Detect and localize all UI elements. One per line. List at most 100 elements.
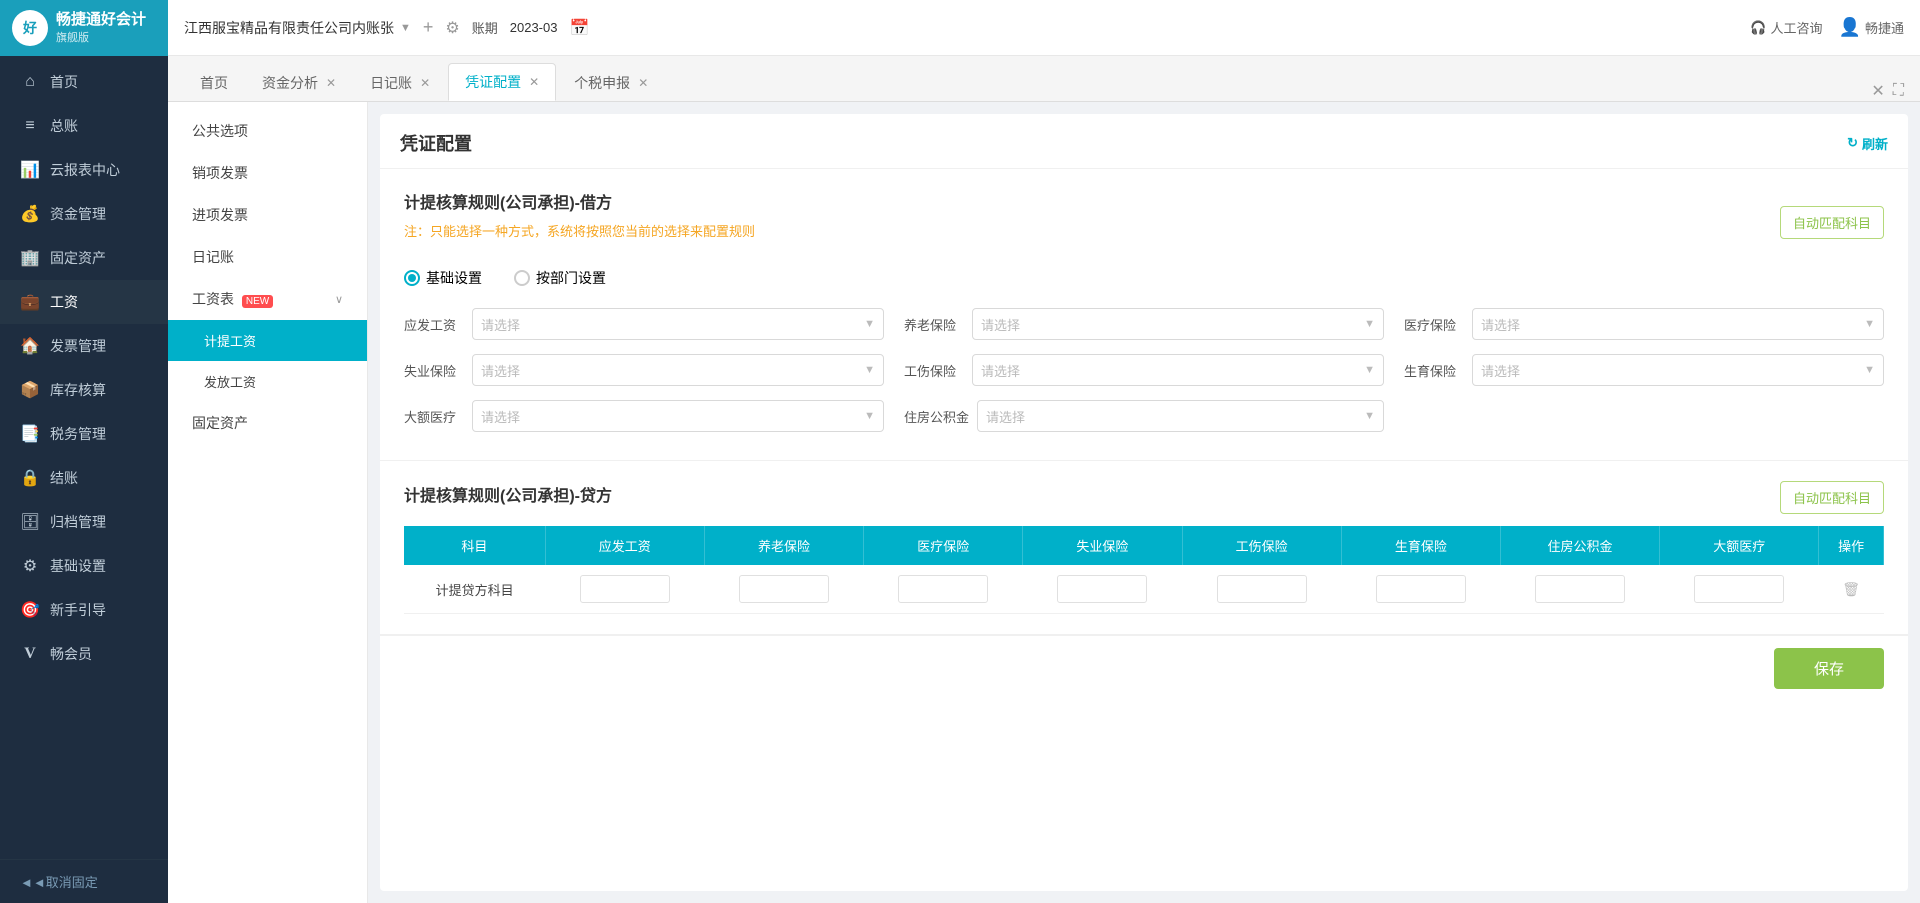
cell-unemployment xyxy=(1023,565,1182,614)
sidebar-label-home: 首页 xyxy=(50,72,78,92)
sidebar-item-assets[interactable]: 🏢 固定资产 xyxy=(0,236,168,280)
calendar-icon[interactable]: 📅 xyxy=(569,18,589,38)
menu-pay-salary-label: 发放工资 xyxy=(204,375,256,390)
unpin-button[interactable]: ◄◄取消固定 xyxy=(0,859,168,903)
sidebar-item-archive[interactable]: 🗄 归档管理 xyxy=(0,500,168,544)
field-salary: 应发工资 请选择 ▼ xyxy=(404,308,884,340)
sidebar-item-home[interactable]: ⌂ 首页 xyxy=(0,60,168,104)
field-salary-select[interactable]: 请选择 ▼ xyxy=(472,308,884,340)
radio-basic-label: 基础设置 xyxy=(426,268,482,288)
save-bar: 保存 xyxy=(380,635,1908,701)
radio-dept[interactable]: 按部门设置 xyxy=(514,268,606,288)
input-injury[interactable] xyxy=(1217,575,1307,603)
menu-item-purchase[interactable]: 进项发票 xyxy=(168,194,367,236)
sidebar-item-invoices[interactable]: 🏠 发票管理 xyxy=(0,324,168,368)
new-badge: NEW xyxy=(242,295,273,308)
input-housing[interactable] xyxy=(1535,575,1625,603)
company-selector[interactable]: 江西服宝精品有限责任公司内账张 ▼ xyxy=(184,18,411,38)
tab-tax-close-icon[interactable]: ✕ xyxy=(638,76,648,90)
field-maternity: 生育保险 请选择 ▼ xyxy=(1404,354,1884,386)
field-pension-placeholder: 请选择 xyxy=(981,315,1020,334)
menu-item-public[interactable]: 公共选项 xyxy=(168,110,367,152)
field-salary-label: 应发工资 xyxy=(404,315,464,334)
sidebar-item-close[interactable]: 🔒 结账 xyxy=(0,456,168,500)
invoices-icon: 🏠 xyxy=(20,336,40,356)
close-all-icon[interactable]: ✕ xyxy=(1871,81,1884,101)
tabbar-actions: ✕ ⛶ xyxy=(1871,81,1904,101)
sidebar-item-inventory[interactable]: 📦 库存核算 xyxy=(0,368,168,412)
settings-icon: ⚙ xyxy=(20,556,40,576)
menu-item-salary-table[interactable]: 工资表 NEW ∨ xyxy=(168,278,367,320)
sidebar-item-tax[interactable]: 📑 税务管理 xyxy=(0,412,168,456)
field-pension-select[interactable]: 请选择 ▼ xyxy=(972,308,1384,340)
menu-item-journal[interactable]: 日记账 xyxy=(168,236,367,278)
field-large-medical-arrow-icon: ▼ xyxy=(864,410,875,422)
input-unemployment[interactable] xyxy=(1057,575,1147,603)
save-button[interactable]: 保存 xyxy=(1774,648,1884,689)
tab-tax-return[interactable]: 个税申报 ✕ xyxy=(558,65,664,101)
add-company-icon[interactable]: + xyxy=(423,17,434,38)
row-label: 计提贷方科目 xyxy=(404,565,545,614)
field-large-medical-placeholder: 请选择 xyxy=(481,407,520,426)
tab-fund-close-icon[interactable]: ✕ xyxy=(326,76,336,90)
input-salary[interactable] xyxy=(580,575,670,603)
cell-medical xyxy=(864,565,1023,614)
menu-item-pay-salary[interactable]: 发放工资 xyxy=(168,361,367,402)
debit-section-header: 计提核算规则(公司承担)-借方 注：只能选择一种方式，系统将按照您当前的选择来配… xyxy=(404,189,1884,256)
field-injury-label: 工伤保险 xyxy=(904,361,964,380)
sidebar-item-salary[interactable]: 💼 工资 xyxy=(0,280,168,324)
archive-icon: 🗄 xyxy=(20,512,40,532)
credit-auto-match-button[interactable]: 自动匹配科目 xyxy=(1780,481,1884,514)
sidebar-label-funds: 资金管理 xyxy=(50,204,106,224)
sidebar-item-funds[interactable]: 💰 资金管理 xyxy=(0,192,168,236)
field-maternity-label: 生育保险 xyxy=(1404,361,1464,380)
debit-auto-match-button[interactable]: 自动匹配科目 xyxy=(1780,206,1884,239)
field-housing-fund: 住房公积金 请选择 ▼ xyxy=(904,400,1384,432)
tab-fund-analysis[interactable]: 资金分析 ✕ xyxy=(246,65,352,101)
field-injury-select[interactable]: 请选择 ▼ xyxy=(972,354,1384,386)
field-maternity-placeholder: 请选择 xyxy=(1481,361,1520,380)
sidebar-item-ledger[interactable]: ≡ 总账 xyxy=(0,104,168,148)
refresh-icon: ↻ xyxy=(1847,135,1858,151)
sidebar-item-vip[interactable]: V 畅会员 xyxy=(0,632,168,676)
menu-item-calc-salary[interactable]: 计提工资 xyxy=(168,320,367,361)
refresh-button[interactable]: ↻ 刷新 xyxy=(1847,134,1888,153)
field-medical-select[interactable]: 请选择 ▼ xyxy=(1472,308,1884,340)
menu-public-label: 公共选项 xyxy=(192,123,248,139)
tab-journal[interactable]: 日记账 ✕ xyxy=(354,65,446,101)
field-housing-fund-select[interactable]: 请选择 ▼ xyxy=(977,400,1384,432)
expand-icon[interactable]: ⛶ xyxy=(1893,82,1904,100)
field-unemployment-select[interactable]: 请选择 ▼ xyxy=(472,354,884,386)
field-maternity-select[interactable]: 请选择 ▼ xyxy=(1472,354,1884,386)
input-large-medical[interactable] xyxy=(1694,575,1784,603)
cell-maternity xyxy=(1341,565,1500,614)
input-pension[interactable] xyxy=(739,575,829,603)
service-button[interactable]: 🎧 人工咨询 xyxy=(1750,18,1822,37)
settings-gear-icon[interactable]: ⚙ xyxy=(445,18,459,38)
logo-text-block: 畅捷通好会计 旗舰版 xyxy=(56,11,146,45)
app-name: 畅捷通好会计 xyxy=(56,11,146,29)
tab-voucher-config[interactable]: 凭证配置 ✕ xyxy=(448,63,556,101)
field-medical: 医疗保险 请选择 ▼ xyxy=(1404,308,1884,340)
app-edition: 旗舰版 xyxy=(56,29,146,45)
radio-basic[interactable]: 基础设置 xyxy=(404,268,482,288)
col-injury: 工伤保险 xyxy=(1182,526,1341,565)
input-maternity[interactable] xyxy=(1376,575,1466,603)
sidebar-item-guide[interactable]: 🎯 新手引导 xyxy=(0,588,168,632)
field-large-medical-select[interactable]: 请选择 ▼ xyxy=(472,400,884,432)
menu-item-fixed-assets[interactable]: 固定资产 xyxy=(168,402,367,444)
col-salary: 应发工资 xyxy=(545,526,704,565)
tab-journal-close-icon[interactable]: ✕ xyxy=(420,76,430,90)
input-medical[interactable] xyxy=(898,575,988,603)
user-button[interactable]: 👤 畅捷通 xyxy=(1839,17,1904,38)
sidebar-label-assets: 固定资产 xyxy=(50,248,106,268)
sidebar-item-reports[interactable]: 📊 云报表中心 xyxy=(0,148,168,192)
tab-voucher-close-icon[interactable]: ✕ xyxy=(529,75,539,89)
menu-item-sales[interactable]: 销项发票 xyxy=(168,152,367,194)
field-salary-placeholder: 请选择 xyxy=(481,315,520,334)
tab-home[interactable]: 首页 xyxy=(184,65,244,101)
sidebar-item-settings[interactable]: ⚙ 基础设置 xyxy=(0,544,168,588)
delete-row-icon[interactable]: 🗑 xyxy=(1842,581,1860,597)
menu-journal-label: 日记账 xyxy=(192,249,234,265)
sidebar-label-inventory: 库存核算 xyxy=(50,380,106,400)
